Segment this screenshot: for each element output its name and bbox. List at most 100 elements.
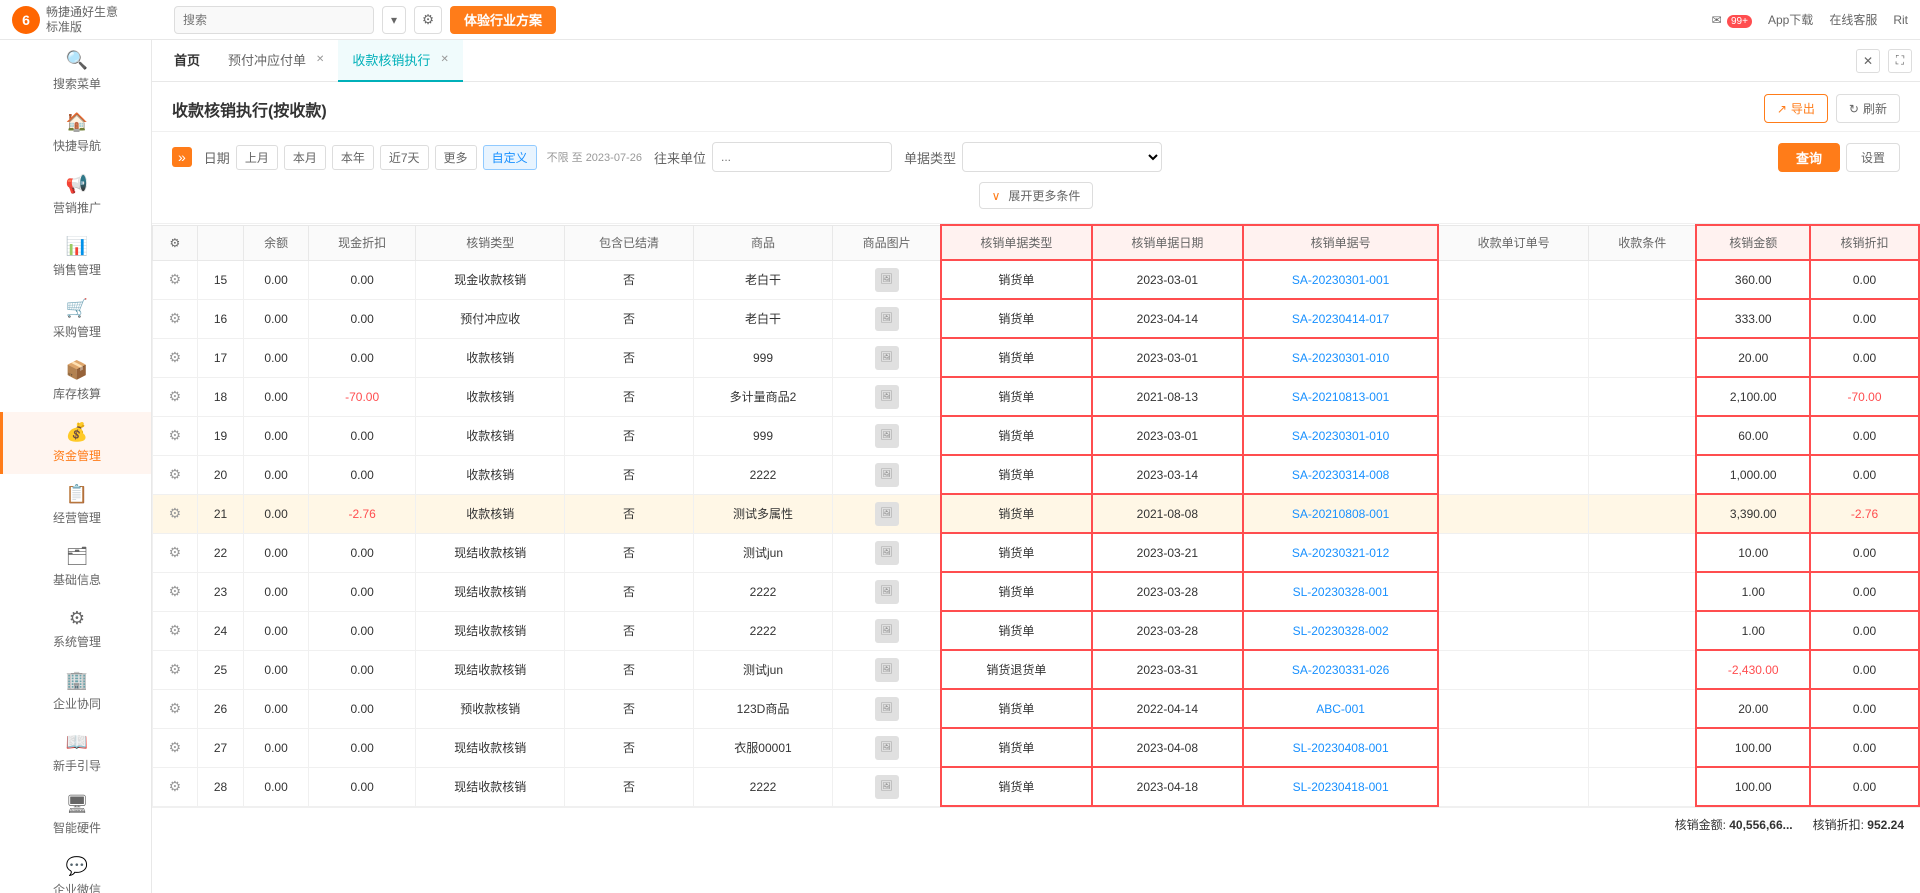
refresh-button[interactable]: ↻ 刷新: [1836, 94, 1900, 123]
row-settings-icon[interactable]: ⚙: [169, 505, 182, 521]
cell-cancel_discount: 0.00: [1810, 416, 1919, 455]
cell-cancel_doc_no[interactable]: SA-20230301-010: [1243, 416, 1439, 455]
sidebar-item-finance[interactable]: 💰资金管理: [0, 412, 151, 474]
cell-cancel_amount: 20.00: [1696, 689, 1810, 728]
sidebar-item-quick-nav[interactable]: 🏠快捷导航: [0, 102, 151, 164]
cell-cancel_doc_type: 销货单: [941, 611, 1092, 650]
row-settings-icon[interactable]: ⚙: [169, 466, 182, 482]
expand-more-button[interactable]: ∨ 展开更多条件: [979, 182, 1094, 209]
sidebar-item-guide[interactable]: 📖新手引导: [0, 722, 151, 784]
doc-no-link[interactable]: SL-20230328-002: [1293, 624, 1389, 638]
cell-cancel_doc_no[interactable]: SA-20230301-001: [1243, 260, 1439, 299]
cell-product: 老白干: [693, 299, 833, 338]
cell-balance: 0.00: [244, 650, 309, 689]
row-settings-icon[interactable]: ⚙: [169, 739, 182, 755]
cell-cancel_doc_no[interactable]: SA-20230301-010: [1243, 338, 1439, 377]
app-download-link[interactable]: App下载: [1768, 11, 1813, 28]
row-settings-icon[interactable]: ⚙: [169, 661, 182, 677]
doc-type-select[interactable]: [962, 142, 1162, 172]
sidebar-item-basic-info[interactable]: 🗂基础信息: [0, 536, 151, 598]
sidebar-item-marketing[interactable]: 📢营销推广: [0, 164, 151, 226]
export-button[interactable]: ↗ 导出: [1764, 94, 1828, 123]
cell-cancel_doc_no[interactable]: SA-20230321-012: [1243, 533, 1439, 572]
doc-no-link[interactable]: ABC-001: [1316, 702, 1365, 716]
product-image-thumb: 🖼: [875, 268, 899, 292]
settings-button[interactable]: ⚙: [414, 6, 442, 34]
search-input[interactable]: [174, 6, 374, 34]
doc-no-link[interactable]: SA-20230301-010: [1292, 351, 1389, 365]
doc-no-link[interactable]: SA-20230301-010: [1292, 429, 1389, 443]
doc-no-link[interactable]: SA-20230314-008: [1292, 468, 1389, 482]
cell-cancel_doc_no[interactable]: SA-20230414-017: [1243, 299, 1439, 338]
close-tab-button[interactable]: ✕: [1856, 49, 1880, 73]
doc-no-link[interactable]: SL-20230328-001: [1293, 585, 1389, 599]
tab-home[interactable]: 首页: [160, 40, 214, 82]
sidebar-item-sales[interactable]: 📊销售管理: [0, 226, 151, 288]
cell-cancel_doc_no[interactable]: SL-20230418-001: [1243, 767, 1439, 806]
sidebar-item-corp[interactable]: 🏢企业协同: [0, 660, 151, 722]
dropdown-button[interactable]: ▾: [382, 6, 406, 34]
fullscreen-button[interactable]: ⛶: [1888, 49, 1912, 73]
doc-no-link[interactable]: SA-20230321-012: [1292, 546, 1389, 560]
cell-cancel_doc_no[interactable]: SA-20230314-008: [1243, 455, 1439, 494]
cell-cancel_doc_type: 销货单: [941, 767, 1092, 806]
cell-cancel_doc_no[interactable]: SA-20210813-001: [1243, 377, 1439, 416]
doc-no-link[interactable]: SL-20230418-001: [1293, 780, 1389, 794]
cell-settings: ⚙: [153, 533, 198, 572]
cell-receipt_order_no: [1438, 611, 1588, 650]
row-settings-icon[interactable]: ⚙: [169, 622, 182, 638]
row-settings-icon[interactable]: ⚙: [169, 544, 182, 560]
tab-close-prepay[interactable]: ✕: [316, 54, 324, 65]
sidebar-item-smart-hw[interactable]: 🖥智能硬件: [0, 784, 151, 846]
doc-no-link[interactable]: SA-20210808-001: [1292, 507, 1389, 521]
expand-filter-icon[interactable]: »: [172, 147, 192, 167]
date-btn-this-year[interactable]: 本年: [332, 145, 374, 170]
row-settings-icon[interactable]: ⚙: [169, 583, 182, 599]
cell-cancel_doc_no[interactable]: SA-20230331-026: [1243, 650, 1439, 689]
doc-no-link[interactable]: SA-20230301-001: [1292, 273, 1389, 287]
cell-cancel_doc_date: 2023-03-28: [1092, 572, 1243, 611]
row-settings-icon[interactable]: ⚙: [169, 271, 182, 287]
sidebar-item-operations[interactable]: 📋经营管理: [0, 474, 151, 536]
filter-settings-button[interactable]: 设置: [1846, 143, 1900, 172]
cell-include_settled: 否: [565, 260, 693, 299]
cell-cancel_doc_no[interactable]: SA-20210808-001: [1243, 494, 1439, 533]
cell-cancel_doc_no[interactable]: SL-20230328-002: [1243, 611, 1439, 650]
tab-close-receivable[interactable]: ✕: [440, 54, 448, 65]
cell-settings: ⚙: [153, 416, 198, 455]
date-btn-7days[interactable]: 近7天: [380, 145, 429, 170]
row-settings-icon[interactable]: ⚙: [169, 700, 182, 716]
row-settings-icon[interactable]: ⚙: [169, 310, 182, 326]
logo-text: 畅捷通好生意 标准版: [46, 5, 118, 34]
sidebar-item-inventory[interactable]: 📦库存核算: [0, 350, 151, 412]
doc-no-link[interactable]: SA-20210813-001: [1292, 390, 1389, 404]
doc-no-link[interactable]: SL-20230408-001: [1293, 741, 1389, 755]
date-btn-custom[interactable]: 自定义: [483, 145, 537, 170]
row-settings-icon[interactable]: ⚙: [169, 349, 182, 365]
row-settings-icon[interactable]: ⚙: [169, 778, 182, 794]
trial-button[interactable]: 体验行业方案: [450, 6, 556, 34]
cell-cancel_amount: 2,100.00: [1696, 377, 1810, 416]
partner-input[interactable]: [712, 142, 892, 172]
date-btn-last-month[interactable]: 上月: [236, 145, 278, 170]
tab-receivable[interactable]: 收款核销执行✕: [338, 40, 462, 82]
sidebar-item-wechat[interactable]: 💬企业微信: [0, 846, 151, 893]
cell-product_image: 🖼: [833, 338, 941, 377]
cell-cancel_doc_no[interactable]: ABC-001: [1243, 689, 1439, 728]
date-btn-this-month[interactable]: 本月: [284, 145, 326, 170]
row-settings-icon[interactable]: ⚙: [169, 427, 182, 443]
sidebar-item-search[interactable]: 🔍搜索菜单: [0, 40, 151, 102]
doc-no-link[interactable]: SA-20230414-017: [1292, 312, 1389, 326]
cell-cancel_doc_no[interactable]: SL-20230328-001: [1243, 572, 1439, 611]
cell-receipt_order_no: [1438, 260, 1588, 299]
row-settings-icon[interactable]: ⚙: [169, 388, 182, 404]
sidebar-item-purchase[interactable]: 🛒采购管理: [0, 288, 151, 350]
tab-prepay[interactable]: 预付冲应付单✕: [214, 40, 338, 82]
sidebar-item-system[interactable]: ⚙系统管理: [0, 598, 151, 660]
online-service-link[interactable]: 在线客服: [1829, 11, 1877, 28]
cell-cancel_doc_no[interactable]: SL-20230408-001: [1243, 728, 1439, 767]
query-button[interactable]: 查询: [1778, 143, 1840, 172]
message-icon[interactable]: ✉ 99+: [1712, 13, 1752, 27]
doc-no-link[interactable]: SA-20230331-026: [1292, 663, 1389, 677]
date-btn-more[interactable]: 更多: [435, 145, 477, 170]
